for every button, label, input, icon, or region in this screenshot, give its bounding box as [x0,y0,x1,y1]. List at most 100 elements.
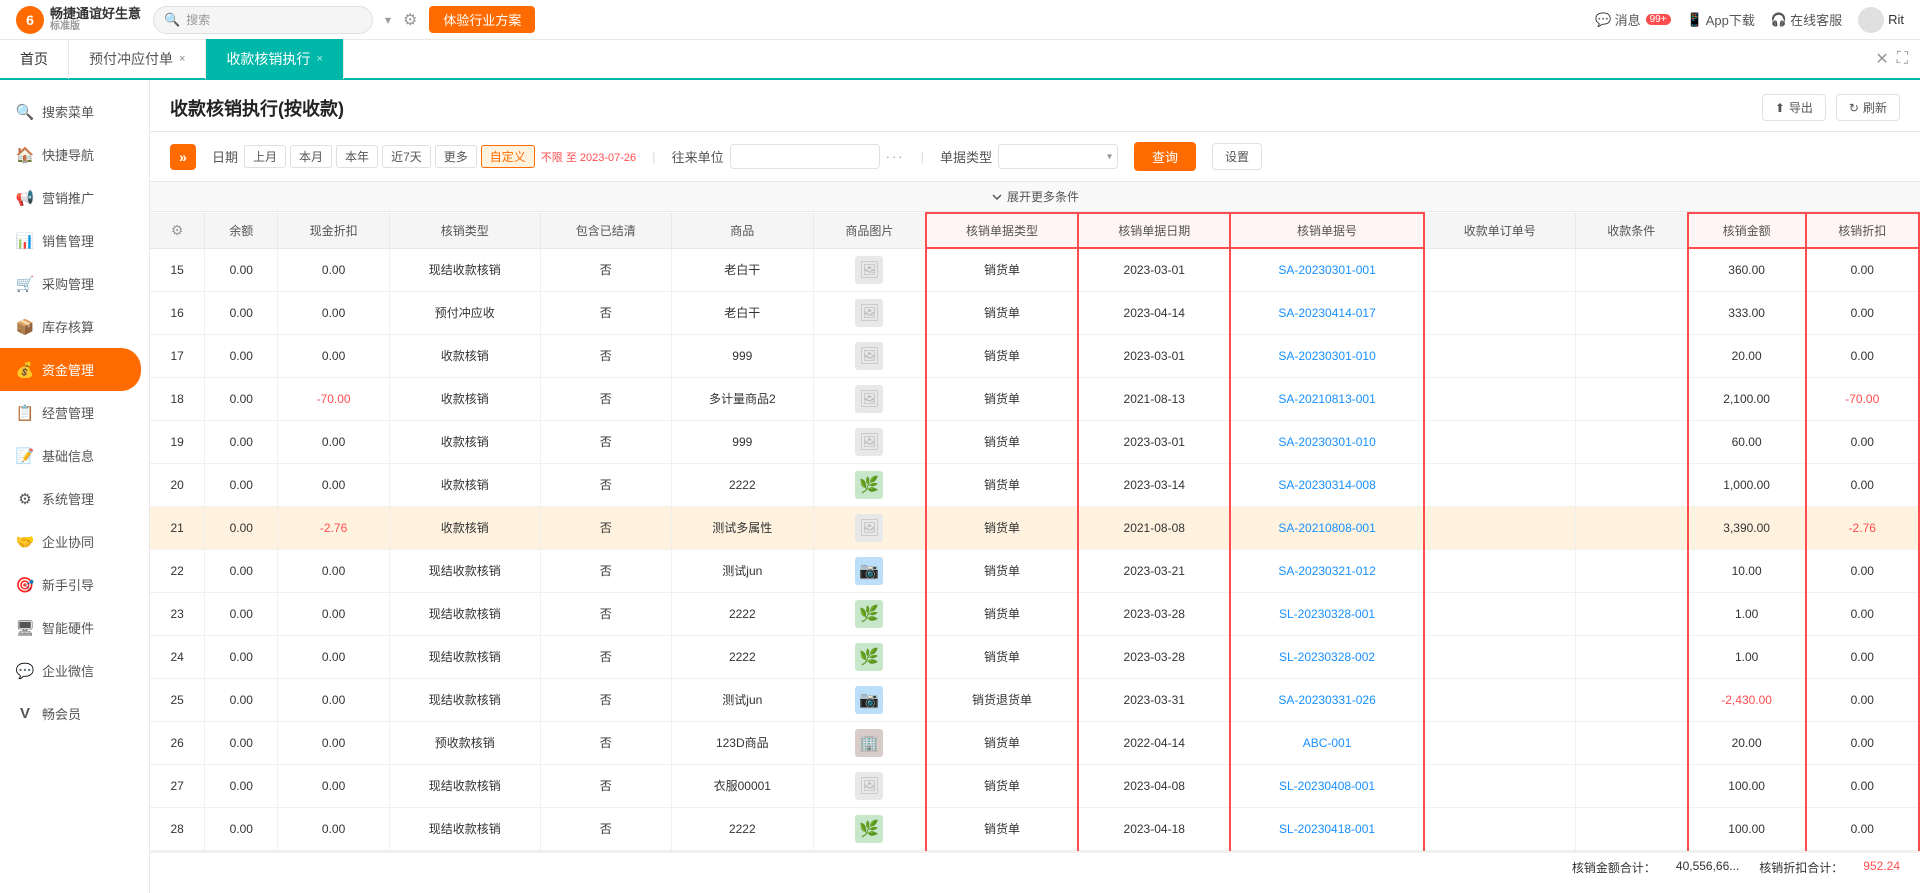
sidebar-item-wechat[interactable]: 💬 企业微信 [0,649,149,692]
message-button[interactable]: 💬 消息 99+ [1595,10,1670,29]
cell-bill-no[interactable]: SA-20230301-010 [1230,334,1423,377]
cell-balance: 0.00 [205,678,278,721]
user-avatar[interactable]: Rit [1858,7,1904,33]
close-tab2-icon[interactable]: × [316,53,322,65]
cell-bill-no[interactable]: SA-20230331-026 [1230,678,1423,721]
tab-prepay[interactable]: 预付冲应付单 × [69,39,206,79]
purchase-sidebar-icon: 🛒 [16,275,34,293]
close-tab1-icon[interactable]: × [179,53,185,65]
cell-bill-no[interactable]: SL-20230328-002 [1230,635,1423,678]
cell-bill-no[interactable]: SA-20230301-010 [1230,420,1423,463]
filter-expand-button[interactable]: » [170,144,196,170]
cell-order-no [1424,334,1575,377]
cell-bill-no[interactable]: SL-20230328-001 [1230,592,1423,635]
cell-condition [1575,635,1688,678]
tab-collection[interactable]: 收款核销执行 × [206,39,343,79]
operation-sidebar-icon: 📋 [16,404,34,422]
col-bill-date: 核销单据日期 [1078,213,1230,248]
cell-goods: 123D商品 [671,721,813,764]
cell-discount: 0.00 [1806,463,1920,506]
cell-bill-no[interactable]: SA-20230321-012 [1230,549,1423,592]
from-unit-input[interactable] [730,144,880,169]
maximize-icon[interactable]: ⛶ [1897,50,1908,68]
cell-bill-no[interactable]: SL-20230408-001 [1230,764,1423,807]
sidebar-item-purchase[interactable]: 🛒 采购管理 [0,262,149,305]
filter-separator-1: | [652,149,655,164]
sidebar-item-inventory[interactable]: 📦 库存核算 [0,305,149,348]
bill-type-label: 单据类型 [940,147,992,166]
cell-order-no [1424,549,1575,592]
sidebar-item-guide[interactable]: 🎯 新手引导 [0,563,149,606]
home-tab[interactable]: 首页 [0,39,69,79]
brand-name: 畅捷通谊好生意 [50,6,141,22]
sidebar-item-member[interactable]: V 畅会员 [0,692,149,735]
sales-sidebar-icon: 📊 [16,232,34,250]
cell-bill-no[interactable]: ABC-001 [1230,721,1423,764]
sidebar-item-hardware[interactable]: 🖥 智能硬件 [0,606,149,649]
refresh-button[interactable]: ↻ 刷新 [1836,94,1900,121]
recent7-button[interactable]: 近7天 [382,145,431,168]
close-window-icon[interactable]: ✕ [1875,49,1888,69]
industry-solution-button[interactable]: 体验行业方案 [429,6,535,33]
col-settings[interactable]: ⚙ [150,213,205,248]
footer-amount-label: 核销金额合计： [1572,859,1656,876]
last-month-button[interactable]: 上月 [244,145,286,168]
cell-bill-date: 2023-03-01 [1078,420,1230,463]
expand-more-button[interactable]: 展开更多条件 [991,188,1079,205]
cell-settled: 否 [540,334,671,377]
sidebar-item-operation[interactable]: 📋 经营管理 [0,391,149,434]
export-button[interactable]: ⬆ 导出 [1762,94,1826,121]
app-download-button[interactable]: 📱 App下载 [1687,10,1755,29]
date-filter-label: 日期 [212,147,238,166]
cell-amount: 360.00 [1688,248,1806,291]
sidebar-item-system[interactable]: ⚙ 系统管理 [0,477,149,520]
cell-img: 🖼 [813,764,926,807]
cell-bill-no[interactable]: SA-20210813-001 [1230,377,1423,420]
sidebar-item-sales[interactable]: 📊 销售管理 [0,219,149,262]
sidebar-item-collab[interactable]: 🤝 企业协同 [0,520,149,563]
sidebar-item-basic[interactable]: 📝 基础信息 [0,434,149,477]
online-service-button[interactable]: 🎧 在线客服 [1771,10,1842,29]
cell-order-no [1424,592,1575,635]
cell-condition [1575,721,1688,764]
sidebar-item-finance[interactable]: 💰 资金管理 [0,348,141,391]
table-row: 28 0.00 0.00 现结收款核销 否 2222 🌿 销货单 2023-04… [150,807,1919,850]
cell-balance: 0.00 [205,291,278,334]
cell-type: 收款核销 [389,377,540,420]
bill-type-select[interactable] [998,144,1118,169]
cell-bill-no[interactable]: SA-20230414-017 [1230,291,1423,334]
cell-condition [1575,764,1688,807]
cell-type: 收款核销 [389,334,540,377]
this-year-button[interactable]: 本年 [336,145,378,168]
cell-img: 🌿 [813,463,926,506]
cell-bill-no[interactable]: SL-20230418-001 [1230,807,1423,850]
sidebar-item-marketing[interactable]: 📢 营销推广 [0,176,149,219]
cell-bill-date: 2023-03-14 [1078,463,1230,506]
sidebar-item-quick-nav[interactable]: 🏠 快捷导航 [0,133,149,176]
settings-icon[interactable]: ⚙ [403,10,417,30]
dropdown-arrow-icon[interactable]: ▾ [385,13,391,27]
cell-cash-discount: 0.00 [278,463,390,506]
cell-bill-type: 销货单 [926,807,1078,850]
setting-button[interactable]: 设置 [1212,143,1262,170]
more-date-button[interactable]: 更多 [435,145,477,168]
date-range-display: 不限 至 2023-07-26 [541,149,636,165]
col-amount: 核销金额 [1688,213,1806,248]
data-table-wrapper[interactable]: ⚙ 余额 现金折扣 核销类型 包含已结清 商品 商品图片 核销单据类型 核销单据… [150,212,1920,893]
cell-balance: 0.00 [205,506,278,549]
col-discount: 核销折扣 [1806,213,1920,248]
this-month-button[interactable]: 本月 [290,145,332,168]
cell-type: 现结收款核销 [389,248,540,291]
query-button[interactable]: 查询 [1134,142,1196,171]
custom-date-button[interactable]: 自定义 [481,145,535,168]
cell-bill-no[interactable]: SA-20230314-008 [1230,463,1423,506]
top-search-box[interactable]: 🔍 搜索 [153,6,373,34]
sidebar-item-search[interactable]: 🔍 搜索菜单 [0,90,149,133]
cell-img: 🖼 [813,506,926,549]
cell-order-no [1424,463,1575,506]
cell-balance: 0.00 [205,334,278,377]
cell-bill-no[interactable]: SA-20230301-001 [1230,248,1423,291]
cell-discount: 0.00 [1806,248,1920,291]
cell-type: 预付冲应收 [389,291,540,334]
cell-bill-no[interactable]: SA-20210808-001 [1230,506,1423,549]
